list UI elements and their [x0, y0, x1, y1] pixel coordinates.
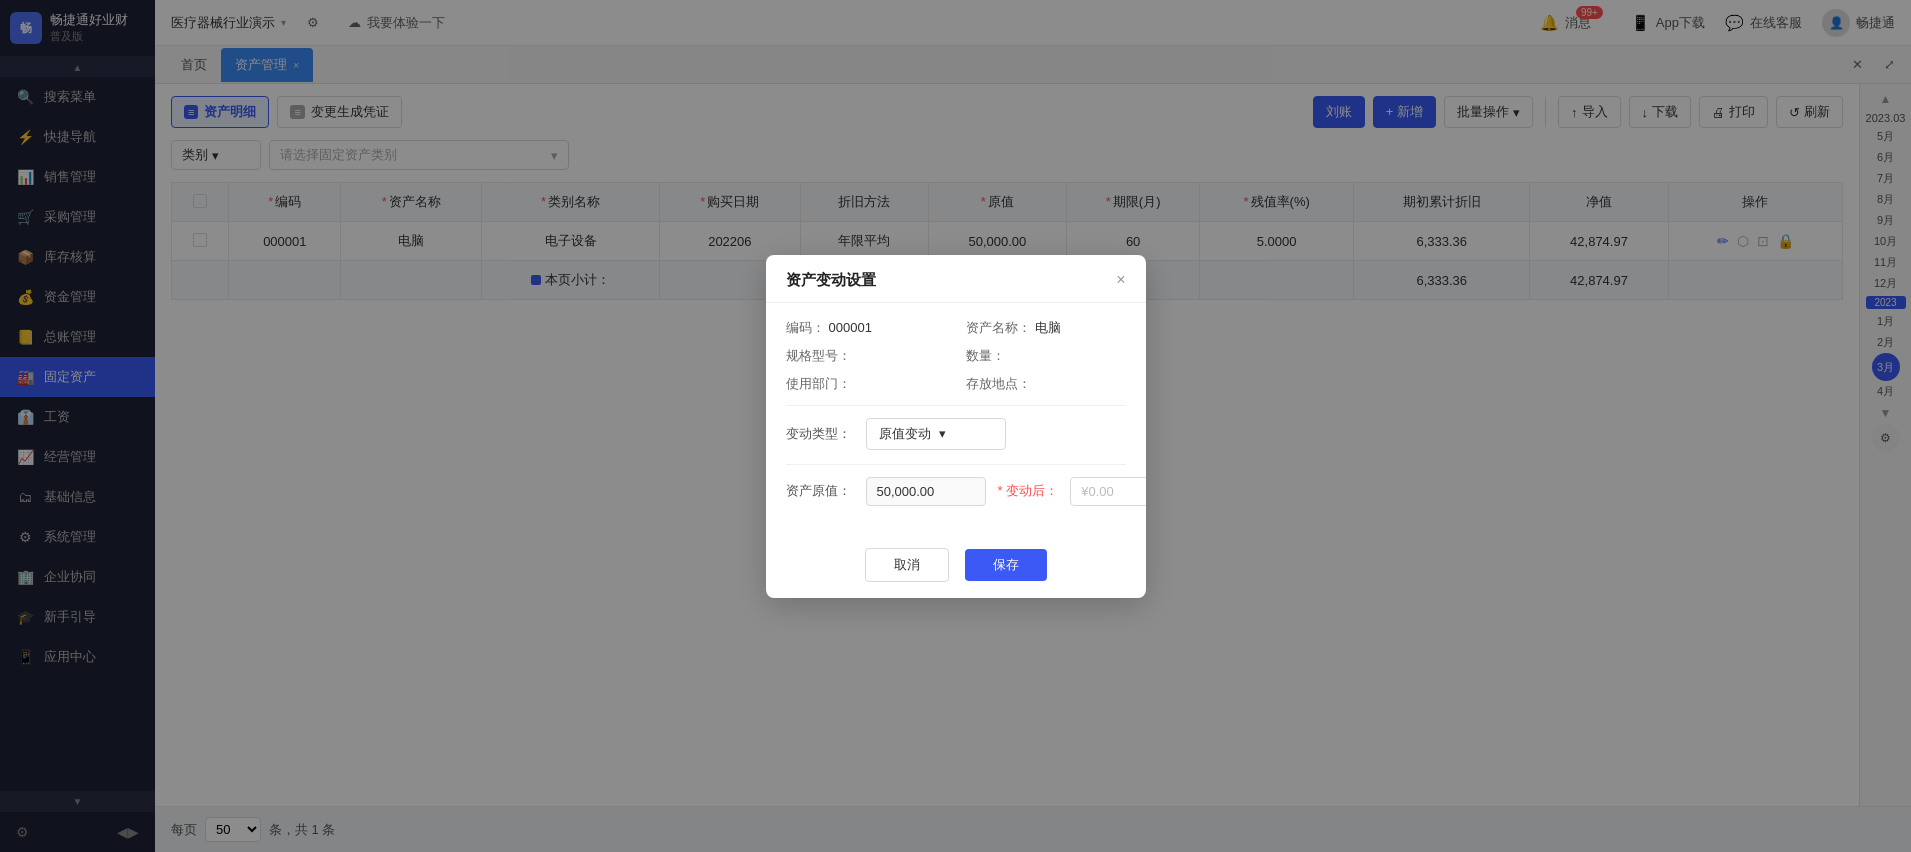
modal-overlay[interactable]: 资产变动设置 × 编码： 000001 资产名称： 电脑 规格型号：: [0, 0, 1911, 852]
modal-storage-field: 存放地点：: [966, 375, 1126, 393]
modal-after-label: * 变动后：: [998, 482, 1059, 500]
asset-change-modal: 资产变动设置 × 编码： 000001 资产名称： 电脑 规格型号：: [766, 255, 1146, 598]
change-type-arrow-icon: ▾: [939, 426, 946, 441]
modal-info-grid: 编码： 000001 资产名称： 电脑 规格型号： 数量： 使用部门：: [786, 319, 1126, 393]
modal-divider-2: [786, 464, 1126, 465]
modal-original-value-display: 50,000.00: [866, 477, 986, 506]
modal-storage-label: 存放地点：: [966, 375, 1031, 393]
modal-asset-name-value: 电脑: [1035, 319, 1061, 337]
modal-code-label: 编码：: [786, 319, 825, 337]
modal-department-field: 使用部门：: [786, 375, 946, 393]
modal-spec-field: 规格型号：: [786, 347, 946, 365]
modal-code-field: 编码： 000001: [786, 319, 946, 337]
modal-after-change-input[interactable]: [1070, 477, 1145, 506]
modal-close-button[interactable]: ×: [1116, 271, 1125, 289]
modal-header: 资产变动设置 ×: [766, 255, 1146, 303]
modal-quantity-label: 数量：: [966, 347, 1005, 365]
modal-change-type-label: 变动类型：: [786, 425, 866, 443]
save-button[interactable]: 保存: [965, 549, 1047, 581]
modal-value-group: 50,000.00 * 变动后：: [866, 477, 1146, 506]
cancel-button[interactable]: 取消: [865, 548, 949, 582]
modal-change-type-control: 原值变动 ▾: [866, 418, 1126, 450]
modal-value-row: 资产原值： 50,000.00 * 变动后：: [786, 477, 1126, 506]
modal-asset-name-label: 资产名称：: [966, 319, 1031, 337]
modal-spec-label: 规格型号：: [786, 347, 851, 365]
modal-footer: 取消 保存: [766, 536, 1146, 598]
modal-change-type-select[interactable]: 原值变动 ▾: [866, 418, 1006, 450]
modal-body: 编码： 000001 资产名称： 电脑 规格型号： 数量： 使用部门：: [766, 303, 1146, 536]
modal-quantity-field: 数量：: [966, 347, 1126, 365]
modal-asset-name-field: 资产名称： 电脑: [966, 319, 1126, 337]
modal-value-control: 50,000.00 * 变动后：: [866, 477, 1146, 506]
modal-divider-1: [786, 405, 1126, 406]
modal-change-type-row: 变动类型： 原值变动 ▾: [786, 418, 1126, 450]
modal-department-label: 使用部门：: [786, 375, 851, 393]
modal-code-value: 000001: [829, 320, 872, 335]
modal-title: 资产变动设置: [786, 271, 876, 290]
modal-original-value-label: 资产原值：: [786, 482, 866, 500]
